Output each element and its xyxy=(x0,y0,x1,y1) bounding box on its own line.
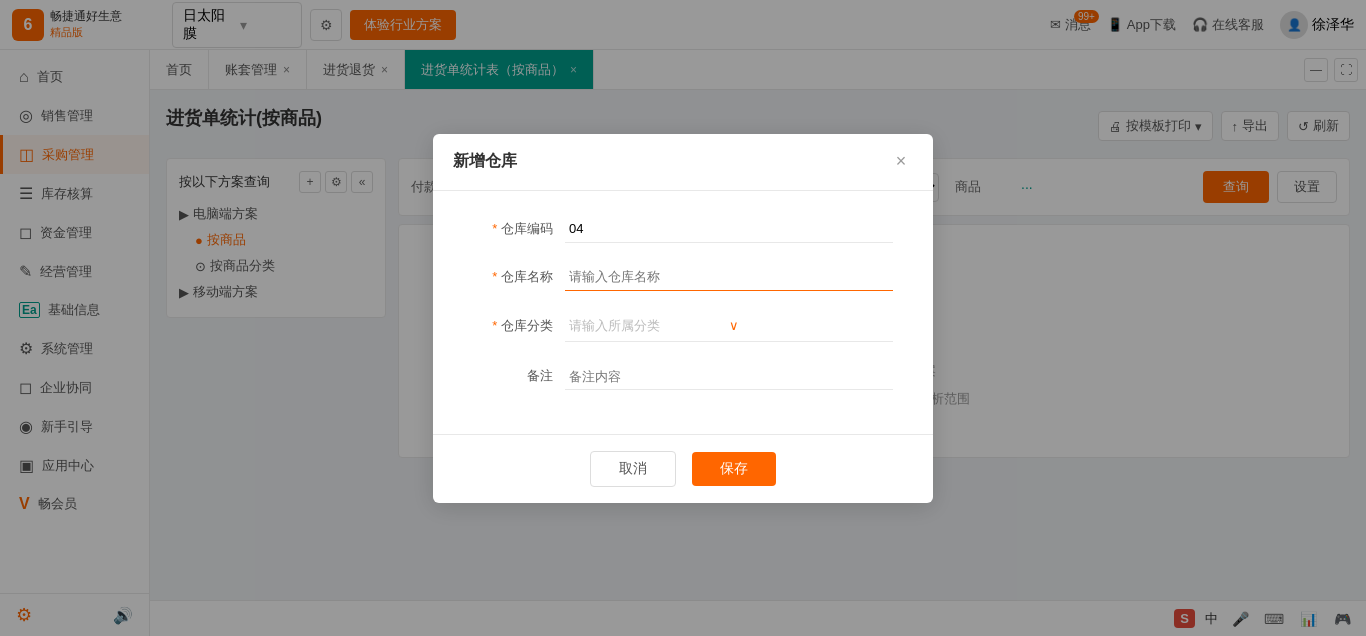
required-mark: * xyxy=(492,221,497,236)
category-dropdown-arrow: ∨ xyxy=(729,318,889,333)
note-input[interactable] xyxy=(565,362,893,390)
form-row-code: * 仓库编码 xyxy=(473,215,893,243)
warehouse-code-input[interactable] xyxy=(565,215,893,243)
save-button[interactable]: 保存 xyxy=(692,452,776,486)
modal-overlay: 新增仓库 × * 仓库编码 * 仓库名称 xyxy=(0,0,1366,636)
form-row-name: * 仓库名称 xyxy=(473,263,893,291)
name-label: * 仓库名称 xyxy=(473,268,553,286)
category-label: * 仓库分类 xyxy=(473,317,553,335)
modal-body: * 仓库编码 * 仓库名称 * 仓库分类 请输入所属 xyxy=(433,191,933,434)
form-row-category: * 仓库分类 请输入所属分类 ∨ xyxy=(473,311,893,342)
modal-footer: 取消 保存 xyxy=(433,434,933,503)
warehouse-name-input[interactable] xyxy=(565,263,893,291)
form-row-note: 备注 xyxy=(473,362,893,390)
required-mark: * xyxy=(492,269,497,284)
code-label: * 仓库编码 xyxy=(473,220,553,238)
category-placeholder: 请输入所属分类 xyxy=(569,317,729,335)
modal-title: 新增仓库 xyxy=(453,151,517,172)
modal-header: 新增仓库 × xyxy=(433,134,933,191)
modal-close-button[interactable]: × xyxy=(889,150,913,174)
note-label: 备注 xyxy=(473,367,553,385)
warehouse-category-select[interactable]: 请输入所属分类 ∨ xyxy=(565,311,893,342)
required-mark: * xyxy=(492,318,497,333)
cancel-button[interactable]: 取消 xyxy=(590,451,676,487)
add-warehouse-modal: 新增仓库 × * 仓库编码 * 仓库名称 xyxy=(433,134,933,503)
